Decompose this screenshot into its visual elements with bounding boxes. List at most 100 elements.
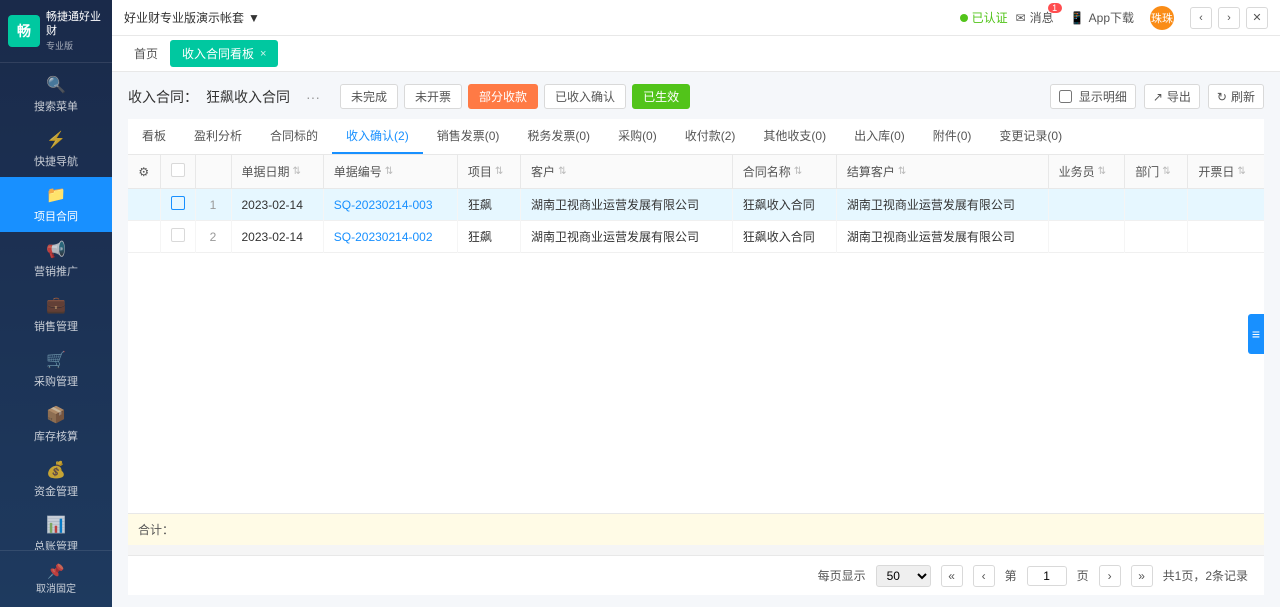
row-checkbox-2[interactable] — [171, 228, 185, 242]
sidebar-item-quick-nav[interactable]: ⚡ 快捷导航 — [0, 122, 112, 177]
tabbar: 首页 收入合同看板 × — [112, 36, 1280, 72]
sidebar-item-inventory[interactable]: 📦 库存核算 — [0, 397, 112, 452]
th-project[interactable]: 项目⇅ — [457, 155, 520, 189]
th-number[interactable]: 单据编号⇅ — [323, 155, 457, 189]
th-date[interactable]: 单据日期⇅ — [231, 155, 323, 189]
sidebar-item-account[interactable]: 📊 总账管理 — [0, 507, 112, 550]
project-icon: 📁 — [46, 185, 66, 205]
sidebar: 畅 畅捷通好业财 专业版 🔍 搜索菜单 ⚡ 快捷导航 📁 项目合同 📢 营销推广… — [0, 0, 112, 607]
page-label-suffix: 页 — [1077, 567, 1089, 584]
select-all-checkbox[interactable] — [171, 163, 185, 177]
row-checkbox-1[interactable] — [171, 196, 185, 210]
settings-icon: ⚙ — [138, 165, 149, 179]
current-page-input[interactable] — [1027, 566, 1067, 586]
topbar-right: ✉ 消息 1 📱 App下载 珠珠 ‹ › ✕ — [1016, 6, 1268, 30]
subtab-tax-invoice[interactable]: 税务发票(0) — [513, 119, 604, 154]
inventory-icon: 📦 — [46, 405, 66, 425]
per-page-select[interactable]: 20 50 100 200 — [876, 565, 931, 587]
sidebar-item-search[interactable]: 🔍 搜索菜单 — [0, 67, 112, 122]
show-detail-button[interactable]: 显示明细 — [1050, 84, 1136, 109]
th-invoice-date[interactable]: 开票日⇅ — [1188, 155, 1264, 189]
subtab-income-confirm[interactable]: 收入确认(2) — [332, 119, 423, 154]
message-badge: 1 — [1048, 3, 1062, 13]
tab-active[interactable]: 收入合同看板 × — [170, 40, 278, 67]
status-confirmed[interactable]: 已收入确认 — [544, 84, 626, 109]
td-number-1[interactable]: SQ-20230214-003 — [323, 189, 457, 221]
sidebar-item-purchase[interactable]: 🛒 采购管理 — [0, 342, 112, 397]
refresh-button[interactable]: ↻ 刷新 — [1208, 84, 1264, 109]
sidebar-unpin[interactable]: 📌 取消固定 — [4, 559, 108, 599]
pagination: 每页显示 20 50 100 200 « ‹ 第 页 › — [128, 555, 1264, 595]
td-checkbox-1[interactable] — [160, 189, 195, 221]
sidebar-item-finance[interactable]: 💰 资金管理 — [0, 452, 112, 507]
customer-sort-icon: ⇅ — [558, 166, 566, 177]
subtab-profit[interactable]: 盈利分析 — [180, 119, 256, 154]
subtab-purchase[interactable]: 采购(0) — [604, 119, 671, 154]
tab-home[interactable]: 首页 — [124, 39, 168, 68]
subtab-contract-standard[interactable]: 合同标的 — [256, 119, 332, 154]
td-number-link-2[interactable]: SQ-20230214-002 — [334, 230, 433, 244]
sidebar-item-project[interactable]: 📁 项目合同 — [0, 177, 112, 232]
sidebar-item-sales[interactable]: 💼 销售管理 — [0, 287, 112, 342]
next-page-button[interactable]: › — [1099, 565, 1121, 587]
th-settings[interactable]: ⚙ — [128, 155, 160, 189]
status-effective[interactable]: 已生效 — [632, 84, 690, 109]
nav-prev-button[interactable]: ‹ — [1190, 7, 1212, 29]
subtab-warehouse[interactable]: 出入库(0) — [840, 119, 919, 154]
show-detail-checkbox[interactable] — [1059, 90, 1072, 103]
last-page-icon: » — [1138, 569, 1145, 583]
table-row[interactable]: 1 2023-02-14 SQ-20230214-003 狂飙 湖南卫视商业运营… — [128, 189, 1264, 221]
last-page-button[interactable]: » — [1131, 565, 1153, 587]
subtab-kanban[interactable]: 看板 — [128, 119, 180, 154]
td-number-2[interactable]: SQ-20230214-002 — [323, 221, 457, 253]
th-department-label: 部门 — [1135, 163, 1159, 180]
status-not-complete[interactable]: 未完成 — [340, 84, 398, 109]
status-not-invoiced[interactable]: 未开票 — [404, 84, 462, 109]
sidebar-label-project: 项目合同 — [34, 208, 78, 224]
first-page-button[interactable]: « — [941, 565, 963, 587]
subtab-payment[interactable]: 收付款(2) — [671, 119, 750, 154]
page-more-button[interactable]: ··· — [306, 89, 320, 105]
table-row[interactable]: 2 2023-02-14 SQ-20230214-002 狂飙 湖南卫视商业运营… — [128, 221, 1264, 253]
certified-dot — [960, 14, 968, 22]
export-label: 导出 — [1167, 88, 1191, 105]
subtab-change-log[interactable]: 变更记录(0) — [985, 119, 1076, 154]
content-area: 收入合同： 狂飙收入合同 ··· 未完成 未开票 部分收款 已收入确认 已生效 … — [112, 72, 1280, 607]
th-salesperson-label: 业务员 — [1059, 163, 1095, 180]
logo-icon: 畅 — [8, 15, 40, 47]
logo-text: 畅捷通好业财 专业版 — [46, 10, 104, 52]
subtab-sales-invoice[interactable]: 销售发票(0) — [423, 119, 514, 154]
nav-next-button[interactable]: › — [1218, 7, 1240, 29]
message-action[interactable]: ✉ 消息 1 — [1016, 9, 1054, 26]
export-button[interactable]: ↗ 导出 — [1144, 84, 1200, 109]
subtab-attachment[interactable]: 附件(0) — [919, 119, 986, 154]
subtabs: 看板 盈利分析 合同标的 收入确认(2) 销售发票(0) 税务发票(0) 采购(… — [128, 119, 1264, 155]
right-panel-toggle[interactable]: ≡ — [1248, 314, 1264, 354]
th-customer[interactable]: 客户⇅ — [521, 155, 733, 189]
status-partial-received[interactable]: 部分收款 — [468, 84, 538, 109]
show-detail-label: 显示明细 — [1079, 88, 1127, 105]
td-invoice-date-1 — [1188, 189, 1264, 221]
topbar: 好业财专业版演示帐套 ▼ 已认证 ✉ 消息 1 📱 App下载 珠珠 ‹ › — [112, 0, 1280, 36]
td-checkbox-2[interactable] — [160, 221, 195, 253]
td-number-link-1[interactable]: SQ-20230214-003 — [334, 198, 433, 212]
user-avatar[interactable]: 珠珠 — [1150, 6, 1174, 30]
subtab-other-income[interactable]: 其他收支(0) — [749, 119, 840, 154]
sidebar-item-marketing[interactable]: 📢 营销推广 — [0, 232, 112, 287]
th-checkbox[interactable] — [160, 155, 195, 189]
app-download-action[interactable]: 📱 App下载 — [1070, 9, 1134, 26]
nav-close-button[interactable]: ✕ — [1246, 7, 1268, 29]
tab-close-button[interactable]: × — [260, 48, 266, 60]
prev-page-button[interactable]: ‹ — [973, 565, 995, 587]
horizontal-scrollbar[interactable] — [128, 545, 1264, 555]
th-settle-customer[interactable]: 结算客户⇅ — [836, 155, 1048, 189]
sidebar-logo: 畅 畅捷通好业财 专业版 — [0, 0, 112, 63]
th-contract[interactable]: 合同名称⇅ — [732, 155, 836, 189]
company-selector[interactable]: 好业财专业版演示帐套 ▼ — [124, 9, 952, 26]
td-settle-customer-2: 湖南卫视商业运营发展有限公司 — [836, 221, 1048, 253]
th-salesperson[interactable]: 业务员⇅ — [1048, 155, 1125, 189]
td-department-2 — [1125, 221, 1188, 253]
prev-page-icon: ‹ — [982, 569, 986, 583]
th-department[interactable]: 部门⇅ — [1125, 155, 1188, 189]
td-settle-customer-1: 湖南卫视商业运营发展有限公司 — [836, 189, 1048, 221]
